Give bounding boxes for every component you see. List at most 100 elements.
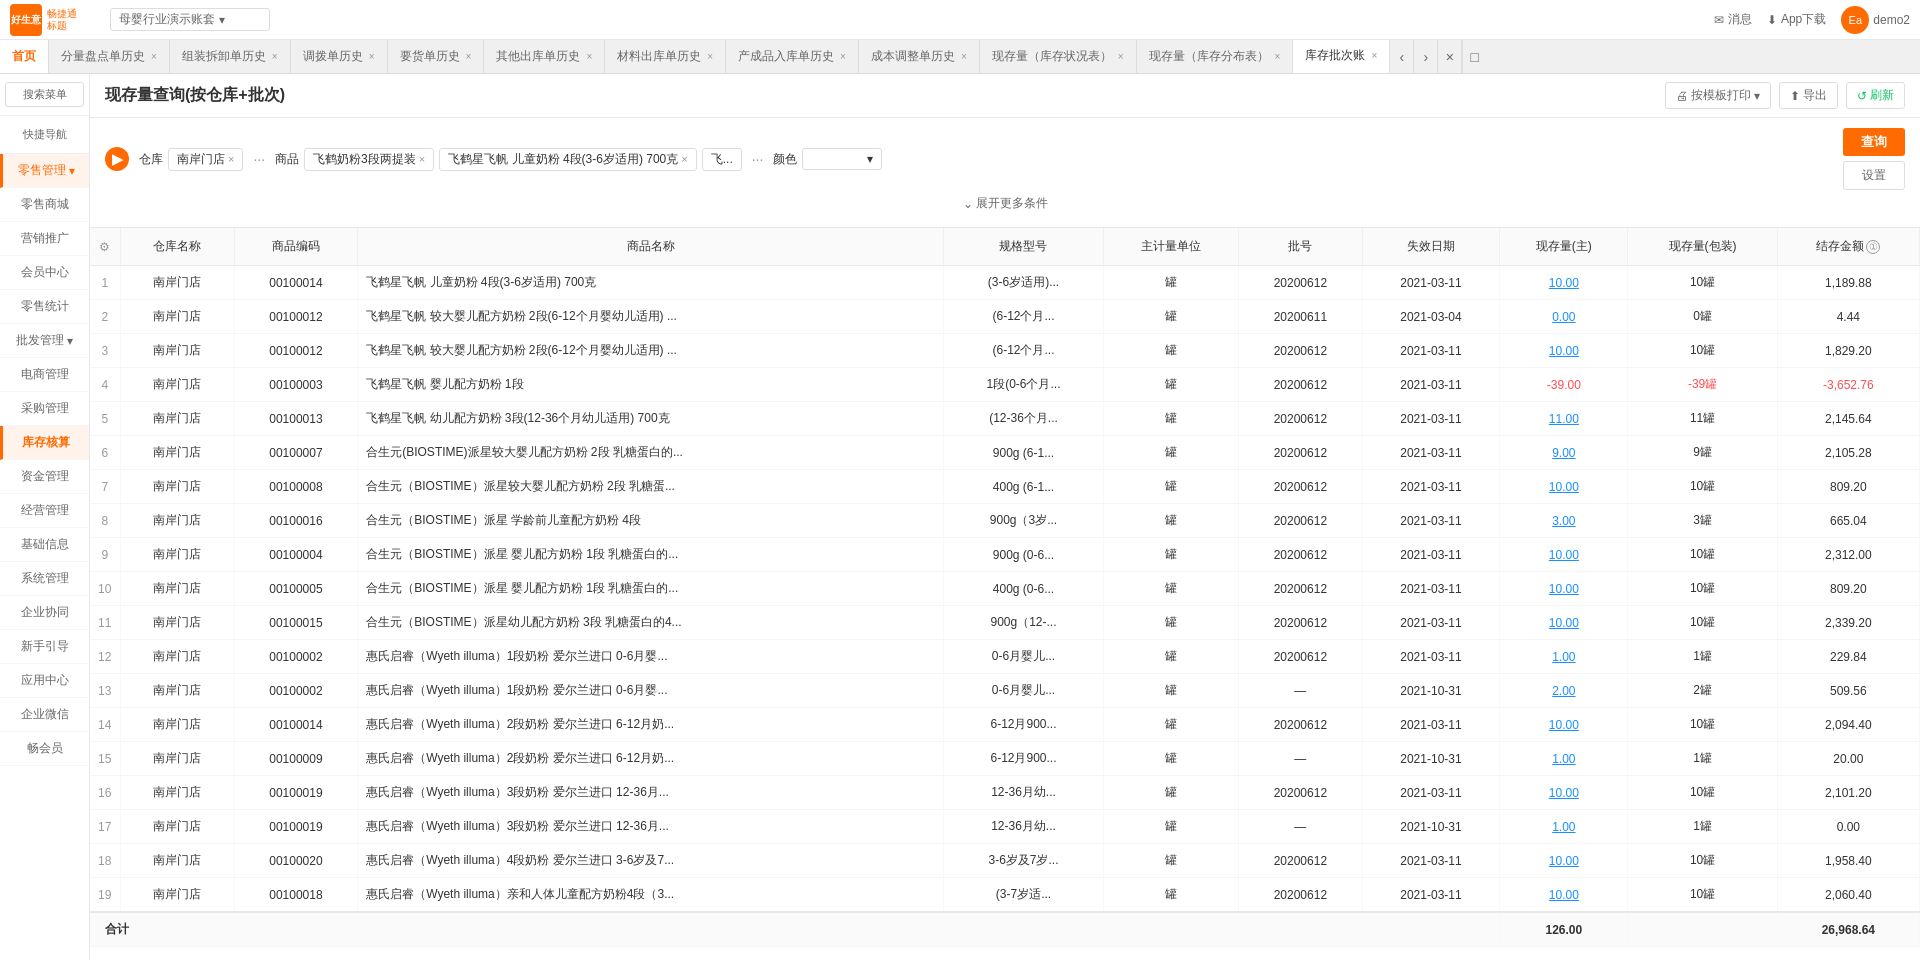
tab-prev-button[interactable]: ‹ bbox=[1390, 40, 1414, 74]
sidebar-item-wechat[interactable]: 企业微信 bbox=[0, 698, 89, 732]
tab-3[interactable]: 调拨单历史 × bbox=[291, 40, 388, 74]
tab-1[interactable]: 分量盘点单历史 × bbox=[49, 40, 170, 74]
table-row: 4 南岸门店 00100003 飞鹤星飞帆 婴儿配方奶粉 1段 1段(0-6个月… bbox=[90, 368, 1920, 402]
tab-7[interactable]: 产成品入库单历史 × bbox=[726, 40, 859, 74]
tab-3-close[interactable]: × bbox=[369, 51, 375, 62]
goods-tag-0-close[interactable]: × bbox=[419, 153, 425, 165]
warehouse-more[interactable]: ··· bbox=[253, 151, 265, 167]
tab-1-close[interactable]: × bbox=[151, 51, 157, 62]
tab-8-close[interactable]: × bbox=[961, 51, 967, 62]
export-button[interactable]: ⬆ 导出 bbox=[1779, 82, 1838, 109]
goods-more[interactable]: ··· bbox=[752, 151, 764, 167]
query-button[interactable]: 查询 bbox=[1843, 128, 1905, 156]
row-qty-main[interactable]: 3.00 bbox=[1500, 504, 1628, 538]
settings-icon[interactable]: ⚙ bbox=[99, 240, 110, 254]
sidebar-item-operations[interactable]: 经营管理 bbox=[0, 494, 89, 528]
row-qty-main[interactable]: 1.00 bbox=[1500, 640, 1628, 674]
tab-9-close[interactable]: × bbox=[1118, 51, 1124, 62]
sidebar-item-marketing[interactable]: 营销推广 bbox=[0, 222, 89, 256]
row-qty-pack: 0罐 bbox=[1628, 300, 1777, 334]
app-download-button[interactable]: ⬇ App下载 bbox=[1767, 11, 1826, 28]
sidebar-item-member2[interactable]: 畅会员 bbox=[0, 732, 89, 766]
tab-4[interactable]: 要货单历史 × bbox=[388, 40, 485, 74]
tab-2-close[interactable]: × bbox=[272, 51, 278, 62]
tab-6[interactable]: 材料出库单历史 × bbox=[605, 40, 726, 74]
sidebar-item-inventory[interactable]: 库存核算 bbox=[0, 426, 89, 460]
row-qty-main[interactable]: 11.00 bbox=[1500, 402, 1628, 436]
row-qty-pack: 10罐 bbox=[1628, 334, 1777, 368]
tab-5-close[interactable]: × bbox=[586, 51, 592, 62]
row-qty-main[interactable]: 1.00 bbox=[1500, 810, 1628, 844]
row-qty-main[interactable]: 10.00 bbox=[1500, 776, 1628, 810]
row-amount: 2,060.40 bbox=[1777, 878, 1919, 913]
tab-next-button[interactable]: › bbox=[1414, 40, 1438, 74]
tab-10[interactable]: 现存量（库存分布表） × bbox=[1137, 40, 1294, 74]
user-menu[interactable]: Ea demo2 bbox=[1841, 6, 1910, 34]
row-qty-main[interactable]: 0.00 bbox=[1500, 300, 1628, 334]
row-warehouse: 南岸门店 bbox=[120, 606, 234, 640]
expand-more-button[interactable]: ⌄ 展开更多条件 bbox=[105, 190, 1905, 217]
row-amount: 4.44 bbox=[1777, 300, 1919, 334]
tab-4-close[interactable]: × bbox=[466, 51, 472, 62]
tab-10-close[interactable]: × bbox=[1275, 51, 1281, 62]
tab-10-label: 现存量（库存分布表） bbox=[1149, 48, 1269, 65]
tab-6-close[interactable]: × bbox=[707, 51, 713, 62]
row-qty-main[interactable]: 10.00 bbox=[1500, 334, 1628, 368]
tab-close-all-button[interactable]: × bbox=[1438, 40, 1462, 74]
color-select[interactable]: ▾ bbox=[802, 148, 882, 170]
row-qty-main[interactable]: 10.00 bbox=[1500, 538, 1628, 572]
industry-select[interactable]: 母婴行业演示账套 ▾ bbox=[110, 8, 270, 31]
sidebar-item-finance[interactable]: 资金管理 bbox=[0, 460, 89, 494]
amount-info-icon[interactable]: ① bbox=[1866, 240, 1880, 254]
row-qty-main[interactable]: -39.00 bbox=[1500, 368, 1628, 402]
messages-button[interactable]: ✉ 消息 bbox=[1714, 11, 1752, 28]
refresh-button[interactable]: ↺ 刷新 bbox=[1846, 82, 1905, 109]
filter-expand-button[interactable]: ▶ bbox=[105, 147, 129, 171]
col-settings[interactable]: ⚙ bbox=[90, 228, 120, 266]
sidebar-item-member[interactable]: 会员中心 bbox=[0, 256, 89, 290]
sidebar-item-guide[interactable]: 新手引导 bbox=[0, 630, 89, 664]
sidebar-item-system[interactable]: 系统管理 bbox=[0, 562, 89, 596]
sidebar-item-retail[interactable]: 零售管理 ▾ bbox=[0, 154, 89, 188]
row-qty-pack: 1罐 bbox=[1628, 742, 1777, 776]
goods-tag-1-close[interactable]: × bbox=[681, 153, 687, 165]
sidebar-item-wholesale[interactable]: 批发管理 ▾ bbox=[0, 324, 89, 358]
row-amount: 20.00 bbox=[1777, 742, 1919, 776]
row-qty-main[interactable]: 10.00 bbox=[1500, 470, 1628, 504]
row-qty-main[interactable]: 1.00 bbox=[1500, 742, 1628, 776]
tab-home[interactable]: 首页 bbox=[0, 40, 49, 74]
row-qty-main[interactable]: 10.00 bbox=[1500, 708, 1628, 742]
row-qty-main[interactable]: 9.00 bbox=[1500, 436, 1628, 470]
tab-7-close[interactable]: × bbox=[840, 51, 846, 62]
sidebar-item-basic[interactable]: 基础信息 bbox=[0, 528, 89, 562]
row-qty-main[interactable]: 10.00 bbox=[1500, 878, 1628, 913]
settings-button[interactable]: 设置 bbox=[1843, 161, 1905, 190]
sidebar-item-purchase[interactable]: 采购管理 bbox=[0, 392, 89, 426]
row-qty-main[interactable]: 2.00 bbox=[1500, 674, 1628, 708]
sidebar-item-retail-stats[interactable]: 零售统计 bbox=[0, 290, 89, 324]
search-menu-button[interactable]: 搜索菜单 bbox=[5, 82, 84, 107]
row-amount: 2,101.20 bbox=[1777, 776, 1919, 810]
row-qty-main[interactable]: 10.00 bbox=[1500, 606, 1628, 640]
warehouse-tag-close[interactable]: × bbox=[228, 153, 234, 165]
sidebar-item-enterprise[interactable]: 企业协同 bbox=[0, 596, 89, 630]
col-spec: 规格型号 bbox=[944, 228, 1104, 266]
row-qty-main[interactable]: 10.00 bbox=[1500, 266, 1628, 300]
sidebar-item-apps[interactable]: 应用中心 bbox=[0, 664, 89, 698]
row-qty-main[interactable]: 10.00 bbox=[1500, 844, 1628, 878]
row-qty-pack: 10罐 bbox=[1628, 776, 1777, 810]
tab-5[interactable]: 其他出库单历史 × bbox=[484, 40, 605, 74]
tab-maximize-button[interactable]: □ bbox=[1462, 40, 1486, 74]
template-print-button[interactable]: 🖨 按模板打印 ▾ bbox=[1665, 82, 1771, 109]
tab-11[interactable]: 库存批次账 × bbox=[1293, 40, 1390, 74]
row-amount: 2,145.64 bbox=[1777, 402, 1919, 436]
sidebar-item-mall[interactable]: 零售商城 bbox=[0, 188, 89, 222]
tab-2[interactable]: 组装拆卸单历史 × bbox=[170, 40, 291, 74]
row-qty-main[interactable]: 10.00 bbox=[1500, 572, 1628, 606]
sidebar-item-ecommerce[interactable]: 电商管理 bbox=[0, 358, 89, 392]
quick-nav-button[interactable]: 快捷导航 bbox=[0, 121, 89, 148]
main-layout: 搜索菜单 快捷导航 零售管理 ▾ 零售商城 营销推广 会员中心 零售统计 批发管… bbox=[0, 74, 1920, 960]
tab-8[interactable]: 成本调整单历史 × bbox=[859, 40, 980, 74]
tab-11-close[interactable]: × bbox=[1371, 50, 1377, 61]
tab-9[interactable]: 现存量（库存状况表） × bbox=[980, 40, 1137, 74]
